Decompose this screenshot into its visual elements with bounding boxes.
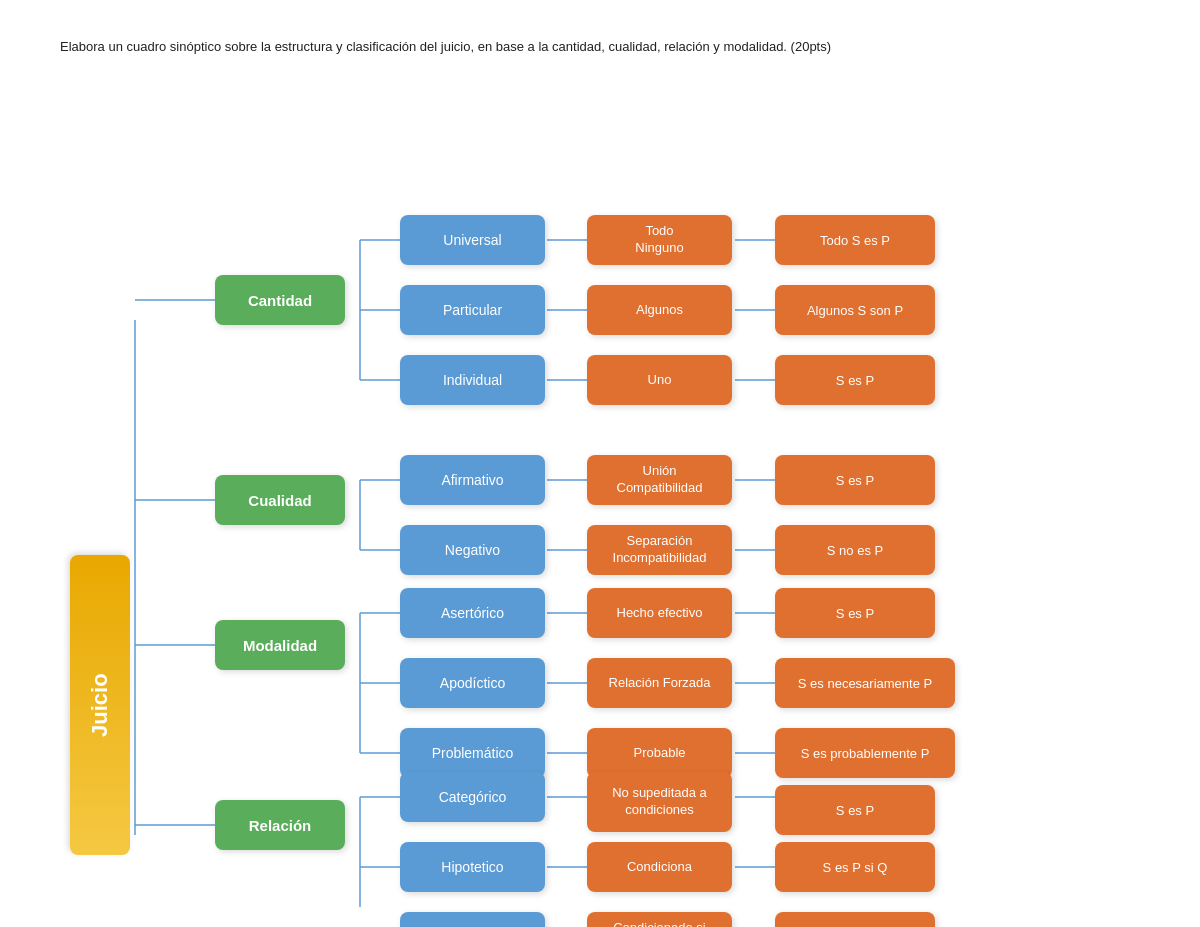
juicio-label: Juicio: [87, 673, 113, 737]
sub-asertorico: Asertórico: [400, 588, 545, 638]
categoria-relacion: Relación: [215, 800, 345, 850]
modalidad-label: Modalidad: [243, 637, 317, 654]
sub-apodíctico: Apodíctico: [400, 658, 545, 708]
form-s-es-p-si-q: S es P si Q: [775, 842, 935, 892]
form-s-no-es-p: S no es P: [775, 525, 935, 575]
form-s-es-p-o-q: S es P o Q: [775, 912, 935, 927]
cantidad-label: Cantidad: [248, 292, 312, 309]
sub-particular: Particular: [400, 285, 545, 335]
form-s-es-prob-p: S es probablemente P: [775, 728, 955, 778]
sub-disyuntivo: Disyuntivo: [400, 912, 545, 927]
det-algunos: Algunos: [587, 285, 732, 335]
sub-negativo: Negativo: [400, 525, 545, 575]
det-uno: Uno: [587, 355, 732, 405]
det-probable: Probable: [587, 728, 732, 778]
form-s-es-p-4: S es P: [775, 785, 935, 835]
sub-afirmativo: Afirmativo: [400, 455, 545, 505]
det-condiciona: Condiciona: [587, 842, 732, 892]
form-s-es-p-1: S es P: [775, 355, 935, 405]
det-todo-ninguno: TodoNinguno: [587, 215, 732, 265]
det-hecho: Hecho efectivo: [587, 588, 732, 638]
det-relacion-forzada: Relación Forzada: [587, 658, 732, 708]
form-s-es-nec-p: S es necesariamente P: [775, 658, 955, 708]
sub-problematico: Problemático: [400, 728, 545, 778]
form-s-es-p-3: S es P: [775, 588, 935, 638]
cualidad-label: Cualidad: [248, 492, 311, 509]
categoria-modalidad: Modalidad: [215, 620, 345, 670]
form-todo-s-es-p: Todo S es P: [775, 215, 935, 265]
det-separacion: SeparaciónIncompatibilidad: [587, 525, 732, 575]
categoria-cantidad: Cantidad: [215, 275, 345, 325]
sub-categorico: Categórico: [400, 772, 545, 822]
relacion-label: Relación: [249, 817, 312, 834]
categoria-cualidad: Cualidad: [215, 475, 345, 525]
diagram: Juicio Cantidad Cualidad Modalidad Relac…: [60, 100, 1180, 907]
form-algunos-s-son-p: Algunos S son P: [775, 285, 935, 335]
form-s-es-p-2: S es P: [775, 455, 935, 505]
sub-hipotetico: Hipotetico: [400, 842, 545, 892]
sub-individual: Individual: [400, 355, 545, 405]
sub-universal: Universal: [400, 215, 545, 265]
juicio-box: Juicio: [70, 555, 130, 855]
det-no-supeditada: No supeditada acondiciones: [587, 772, 732, 832]
instruction-text: Elabora un cuadro sinóptico sobre la est…: [60, 38, 1140, 56]
det-condicionado: Condicionado siafrmar: [587, 912, 732, 927]
det-union: UniónCompatibilidad: [587, 455, 732, 505]
